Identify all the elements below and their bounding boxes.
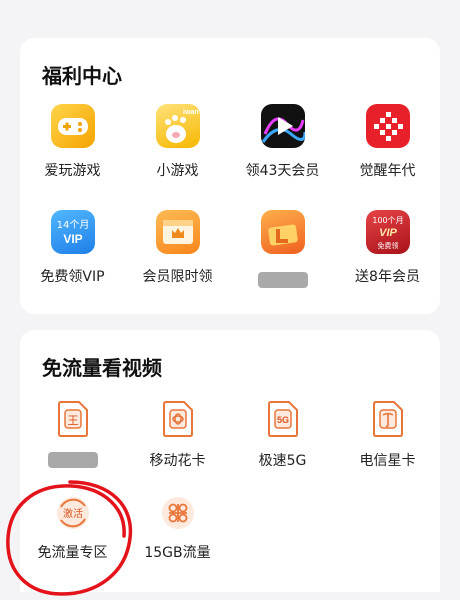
welfare-item-label: 领43天会员 <box>245 163 320 179</box>
promo-vip-text: VIP <box>379 227 397 239</box>
sim-5g-icon: 5G <box>267 400 299 438</box>
welfare-item-mini-games[interactable]: iwan 小游戏 <box>125 104 230 184</box>
redacted-label-bar <box>48 452 98 468</box>
sim-wang-icon: 王 <box>57 400 89 438</box>
promo-months-text: 100个月 <box>372 216 403 225</box>
welfare-item-label: 小游戏 <box>156 163 199 179</box>
traffic-item-telecom-star-card[interactable]: 电信星卡 <box>335 400 440 478</box>
wang-text: 王 <box>68 414 79 427</box>
video-play-icon <box>261 104 305 148</box>
traffic-item-label: 极速5G <box>258 453 307 469</box>
traffic-item-label: 移动花卡 <box>149 453 206 469</box>
welfare-item-label: 免费领VIP <box>40 269 105 285</box>
traffic-item-15gb[interactable]: 15GB流量 <box>125 495 230 565</box>
crown-card-icon <box>156 210 200 254</box>
promo-free-text: 免费领 <box>378 241 399 250</box>
free-traffic-title: 免流量看视频 <box>42 356 162 380</box>
welfare-item-43-day-member[interactable]: 领43天会员 <box>230 104 335 184</box>
iwan-text: iwan <box>183 109 199 116</box>
sim-telecom-icon <box>372 400 404 438</box>
welfare-item-games[interactable]: 爱玩游戏 <box>20 104 125 184</box>
gamepad-icon <box>51 104 95 148</box>
vip-badge-icon: 14个月 VIP <box>51 210 95 254</box>
activate-icon: 激活 <box>55 495 91 531</box>
vip-promo-icon: 100个月 VIP 免费领 <box>366 210 410 254</box>
traffic-item-free-traffic-zone[interactable]: 激活 免流量专区 <box>20 495 125 565</box>
gift-l-icon <box>261 210 305 254</box>
activate-text: 激活 <box>63 507 83 520</box>
traffic-item-label: 15GB流量 <box>144 545 211 561</box>
awaken-logo-icon <box>366 104 410 148</box>
welfare-item-label: 送8年会员 <box>355 269 420 285</box>
free-traffic-card: 免流量看视频 王 移动花卡 5G 极速5G 电信星卡 激活 免流量专区 15GB… <box>20 330 440 592</box>
traffic-item-5g[interactable]: 5G 极速5G <box>230 400 335 478</box>
welfare-item-label: 会员限时领 <box>142 269 213 285</box>
cat-paw-icon: iwan <box>156 104 200 148</box>
welfare-item-redacted[interactable] <box>230 210 335 290</box>
welfare-center-card: 福利中心 爱玩游戏 iwan 小游戏 领43天会员 觉醒年代 14个月 VIP … <box>20 38 440 314</box>
traffic-item-label: 电信星卡 <box>359 453 416 469</box>
traffic-item-wang-card[interactable]: 王 <box>20 400 125 478</box>
redacted-label-bar <box>258 272 308 288</box>
traffic-item-mobile-flower-card[interactable]: 移动花卡 <box>125 400 230 478</box>
welfare-item-free-vip[interactable]: 14个月 VIP 免费领VIP <box>20 210 125 290</box>
welfare-item-awaken-era[interactable]: 觉醒年代 <box>335 104 440 184</box>
welfare-center-title: 福利中心 <box>42 64 122 88</box>
vip-months-text: 14个月 <box>57 219 90 231</box>
welfare-item-label: 爱玩游戏 <box>44 163 101 179</box>
traffic-item-label: 免流量专区 <box>37 545 108 561</box>
sim-mobile-icon <box>162 400 194 438</box>
welfare-item-8-year-member[interactable]: 100个月 VIP 免费领 送8年会员 <box>335 210 440 290</box>
vip-text: VIP <box>63 232 82 246</box>
welfare-item-member-limited[interactable]: 会员限时领 <box>125 210 230 290</box>
5g-text: 5G <box>277 415 289 425</box>
unicom-icon <box>160 495 196 531</box>
welfare-item-label: 觉醒年代 <box>359 163 416 179</box>
